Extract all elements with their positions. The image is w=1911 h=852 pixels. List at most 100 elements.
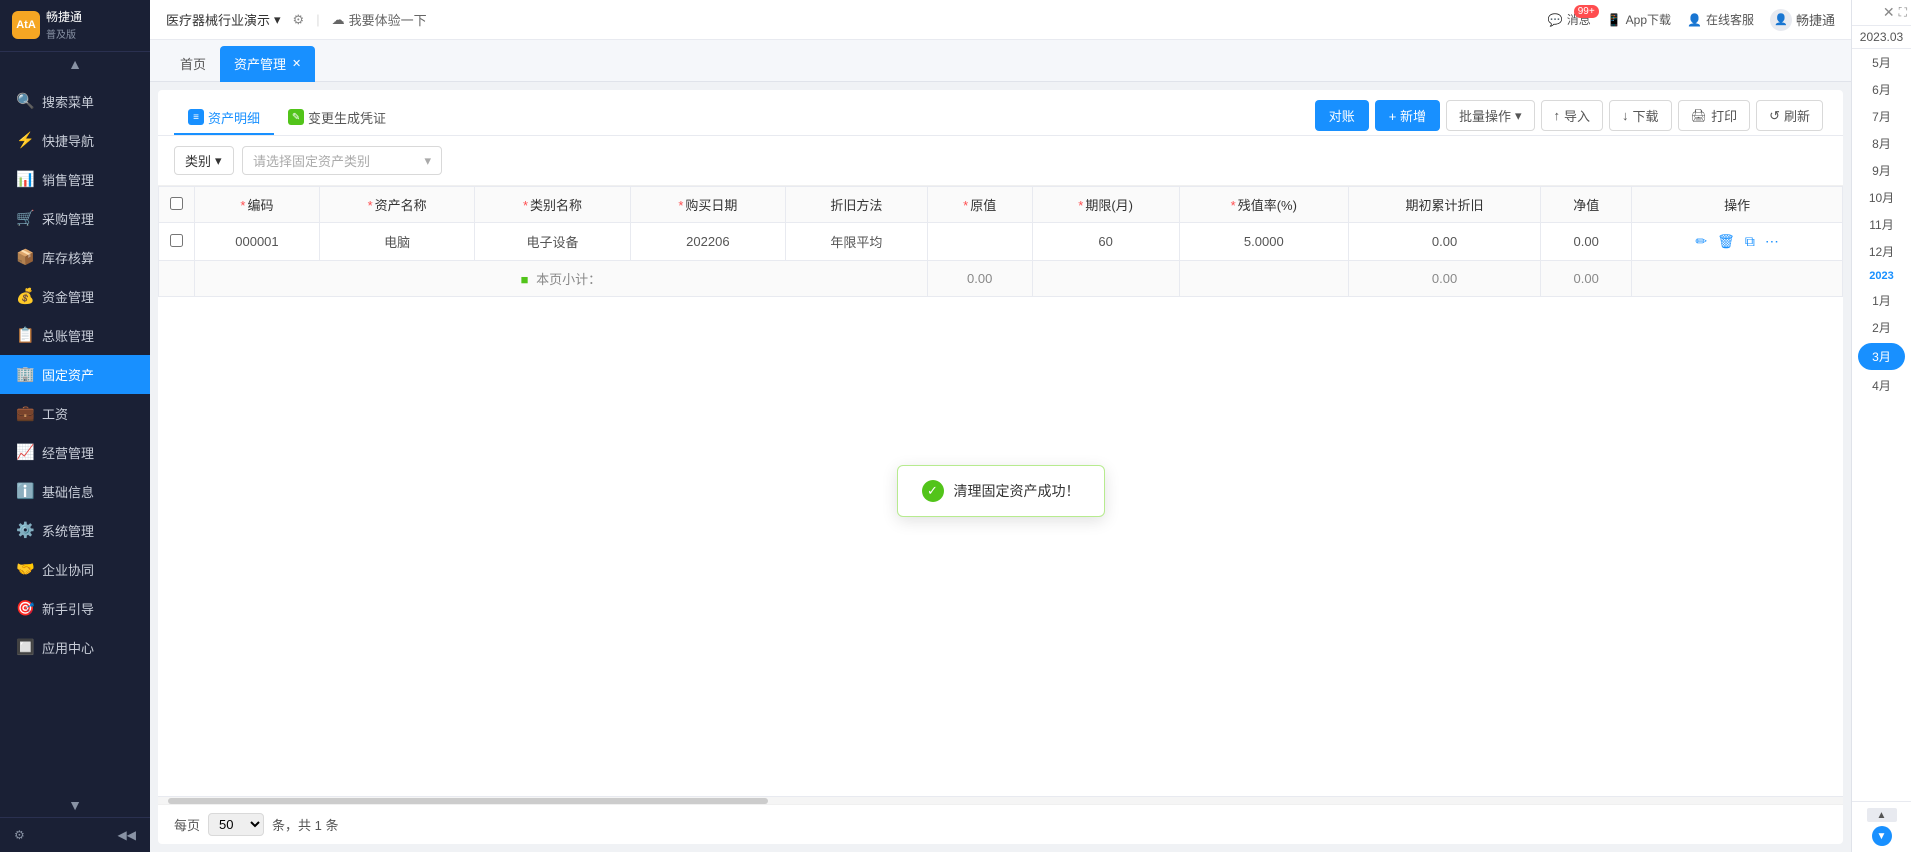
row-select-checkbox[interactable] xyxy=(170,234,183,247)
timeline-month-9[interactable]: 9月 xyxy=(1852,157,1911,184)
timeline-header: 2023.03 xyxy=(1852,26,1911,49)
pagination: 每页 50 100 条，共 1 条 xyxy=(158,804,1843,844)
timeline-month-8[interactable]: 8月 xyxy=(1852,130,1911,157)
scrollbar-thumb[interactable] xyxy=(168,798,768,804)
sidebar-label-1: 快捷导航 xyxy=(42,131,94,150)
sidebar-item-经营管理[interactable]: 📈经营管理 xyxy=(0,433,150,472)
timeline-month-12[interactable]: 12月 xyxy=(1852,238,1911,265)
row-copy-btn[interactable]: ⧉ xyxy=(1743,231,1757,252)
sidebar-item-新手引导[interactable]: 🎯新手引导 xyxy=(0,589,150,628)
timeline-month-7[interactable]: 7月 xyxy=(1852,103,1911,130)
sidebar-item-总账管理[interactable]: 📋 总账管理 xyxy=(0,316,150,355)
row-delete-btn[interactable]: 🗑 xyxy=(1715,231,1737,252)
th-category: *类别名称 xyxy=(475,187,630,223)
th-initial-accumulated: 期初累计折旧 xyxy=(1348,187,1540,223)
sidebar-item-应用中心[interactable]: 🔲 应用中心 xyxy=(0,628,150,667)
online-service-btn[interactable]: 👤 在线客服 xyxy=(1687,11,1754,28)
settings-icon[interactable]: ⚙ xyxy=(14,828,25,842)
company-name: 医疗器械行业演示 xyxy=(166,10,270,29)
scroll-up-btn[interactable]: ▲ xyxy=(68,56,82,72)
add-btn[interactable]: + 新增 xyxy=(1375,100,1440,131)
tab-asset-management[interactable]: 资产管理 ✕ xyxy=(220,46,315,82)
refresh-icon: ↺ xyxy=(1769,108,1780,124)
timeline-down-btn[interactable]: ▼ xyxy=(1872,826,1892,846)
subtotal-period-empty xyxy=(1032,261,1179,297)
timeline-month-3-active[interactable]: 3月 xyxy=(1858,343,1905,370)
sidebar-item-企业协同[interactable]: 🤝企业协同 xyxy=(0,550,150,589)
sidebar-item-采购管理[interactable]: 🛒采购管理 xyxy=(0,199,150,238)
select-all-checkbox[interactable] xyxy=(170,197,183,210)
timeline-close-btn[interactable]: ✕ xyxy=(1883,4,1895,21)
page-size-select[interactable]: 50 100 xyxy=(208,813,264,836)
tab-close-icon[interactable]: ✕ xyxy=(292,57,301,70)
download-btn[interactable]: ↓ 下载 xyxy=(1609,100,1672,131)
sidebar-icon-10: ℹ️ xyxy=(16,482,34,500)
row-edit-btn[interactable]: ✏ xyxy=(1693,231,1709,252)
sidebar-item-快捷导航[interactable]: ⚡快捷导航 xyxy=(0,121,150,160)
reconcile-btn[interactable]: 对账 xyxy=(1315,100,1369,131)
sidebar-icon-7: 🏢 xyxy=(16,365,34,383)
timeline-month-5[interactable]: 5月 xyxy=(1852,49,1911,76)
timeline-month-10[interactable]: 10月 xyxy=(1852,184,1911,211)
company-selector[interactable]: 医疗器械行业演示 ▾ xyxy=(166,10,281,29)
print-btn[interactable]: 🖨 打印 xyxy=(1678,100,1751,131)
sidebar-icon-5: 💰 xyxy=(16,287,34,305)
import-icon: ↑ xyxy=(1554,108,1561,123)
row-original-value xyxy=(927,223,1032,261)
timeline-month-11[interactable]: 11月 xyxy=(1852,211,1911,238)
sidebar-item-系统管理[interactable]: ⚙️系统管理 xyxy=(0,511,150,550)
row-more-btn[interactable]: ⋯ xyxy=(1763,231,1781,252)
experience-btn[interactable]: ☁ 我要体验一下 xyxy=(332,10,427,29)
timeline-month-4[interactable]: 4月 xyxy=(1852,372,1911,399)
user-avatar: 👤 xyxy=(1770,9,1792,31)
sub-tab-asset-detail[interactable]: ≡ 资产明细 xyxy=(174,102,274,135)
import-btn[interactable]: ↑ 导入 xyxy=(1541,100,1604,131)
sidebar-label-0: 搜索菜单 xyxy=(42,92,94,111)
settings-gear-icon[interactable]: ⚙ xyxy=(293,12,305,28)
sidebar-label-13: 新手引导 xyxy=(42,599,94,618)
tab-home[interactable]: 首页 xyxy=(166,46,220,82)
sidebar-label-7: 固定资产 xyxy=(42,365,94,384)
company-dropdown-icon: ▾ xyxy=(274,12,281,28)
sidebar-item-工资[interactable]: 💼工资 xyxy=(0,394,150,433)
timeline-list: 5月 6月 7月 8月 9月 10月 11月 12月 2023 1月 2月 3月… xyxy=(1852,49,1911,801)
divider: | xyxy=(316,12,319,27)
sidebar-label-4: 库存核算 xyxy=(42,248,94,267)
sidebar-label-14: 应用中心 xyxy=(42,638,94,657)
app-download-btn[interactable]: 📱 App下载 xyxy=(1607,11,1671,28)
horizontal-scrollbar[interactable] xyxy=(158,796,1843,804)
scroll-down-btn[interactable]: ▼ xyxy=(68,797,82,813)
sidebar-item-搜索菜单[interactable]: 🔍搜索菜单 xyxy=(0,82,150,121)
sidebar-item-库存核算[interactable]: 📦库存核算 xyxy=(0,238,150,277)
th-purchase-date: *购买日期 xyxy=(630,187,785,223)
timeline-up-btn[interactable]: ▲ xyxy=(1867,808,1897,822)
topbar-right: 💬 消息 99+ 📱 App下载 👤 在线客服 👤 畅捷通 xyxy=(1548,9,1835,31)
category-input[interactable]: 请选择固定资产类别 ▾ xyxy=(242,146,442,175)
sidebar-item-资金管理[interactable]: 💰资金管理 xyxy=(0,277,150,316)
sidebar-icon-6: 📋 xyxy=(16,326,34,344)
th-residual-rate: *残值率(%) xyxy=(1179,187,1348,223)
timeline-month-2[interactable]: 2月 xyxy=(1852,314,1911,341)
timeline-month-6[interactable]: 6月 xyxy=(1852,76,1911,103)
batch-btn[interactable]: 批量操作 ▾ xyxy=(1446,100,1535,131)
category-select[interactable]: 类别 ▾ xyxy=(174,146,234,175)
voucher-icon: ✎ xyxy=(288,109,304,125)
th-code: *编码 xyxy=(195,187,320,223)
row-period: 60 xyxy=(1032,223,1179,261)
sidebar-item-固定资产[interactable]: 🏢 固定资产 xyxy=(0,355,150,394)
timeline-month-1[interactable]: 1月 xyxy=(1852,287,1911,314)
message-btn[interactable]: 💬 消息 99+ xyxy=(1548,11,1591,28)
subtotal-label-cell: ■ 本页小计： xyxy=(195,261,928,297)
sidebar-icon-12: 🤝 xyxy=(16,560,34,578)
sidebar-item-销售管理[interactable]: 📊销售管理 xyxy=(0,160,150,199)
sub-tab-voucher[interactable]: ✎ 变更生成凭证 xyxy=(274,102,400,135)
sidebar-icon-14: 🔲 xyxy=(16,638,34,656)
row-net-value: 0.00 xyxy=(1541,223,1632,261)
subtotal-checkbox-cell xyxy=(159,261,195,297)
sidebar-item-基础信息[interactable]: ℹ️基础信息 xyxy=(0,472,150,511)
timeline-expand-btn[interactable]: ⛶ xyxy=(1899,4,1907,21)
sidebar-label-6: 总账管理 xyxy=(42,326,94,345)
user-menu[interactable]: 👤 畅捷通 xyxy=(1770,9,1835,31)
collapse-icon[interactable]: ◀◀ xyxy=(118,828,136,842)
refresh-btn[interactable]: ↺ 刷新 xyxy=(1756,100,1823,131)
